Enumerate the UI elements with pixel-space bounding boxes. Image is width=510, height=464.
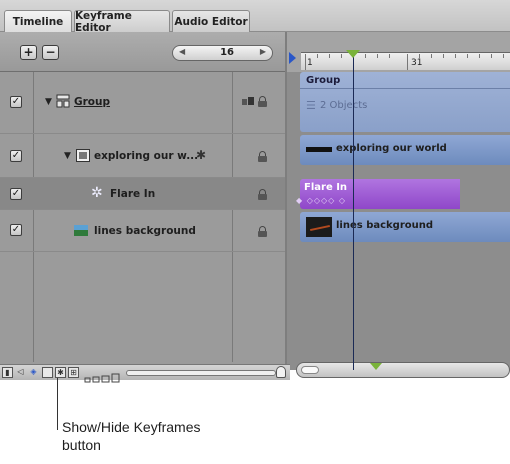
layer-checkbox[interactable]: ✓ — [10, 96, 22, 108]
playhead-marker-icon — [370, 363, 382, 370]
ruler-scale: 1 31 — [301, 52, 510, 70]
lock-icon[interactable] — [258, 189, 267, 200]
zoom-slider[interactable] — [126, 370, 276, 376]
layer-row-exploring[interactable]: ✓ ▼ exploring our w... ✱ — [0, 134, 285, 178]
thumbnail — [306, 217, 332, 237]
track-label: Flare In — [304, 182, 348, 193]
track-exploring[interactable]: exploring our world — [300, 135, 510, 165]
layers-header: + − ◀ 16 ▶ — [0, 32, 285, 72]
layer-checkbox[interactable]: ✓ — [10, 150, 22, 162]
ruler-label: 1 — [307, 58, 313, 68]
thumbnail — [306, 147, 332, 152]
layer-name: Group — [74, 96, 111, 108]
tab-bar: Timeline Keyframe Editor Audio Editor — [0, 0, 510, 34]
timeline-scrollbar[interactable] — [296, 362, 510, 378]
disclosure-triangle-icon[interactable]: ▼ — [64, 151, 71, 161]
layers-list: + − ◀ 16 ▶ ✓ ▼ Group ✓ ▼ exploring our w… — [0, 32, 285, 370]
tab-keyframe-editor[interactable]: Keyframe Editor — [74, 10, 170, 34]
playhead-line — [353, 52, 354, 370]
play-range-start-icon[interactable] — [289, 52, 296, 64]
ruler-label: 31 — [411, 58, 423, 68]
playhead-handle[interactable] — [346, 50, 360, 58]
group-icon — [56, 94, 70, 108]
audio-icon[interactable]: ◁ — [15, 367, 26, 378]
group-objects-label: 2 Objects — [320, 100, 368, 111]
lock-icon[interactable] — [258, 151, 267, 162]
layer-stack-icon — [242, 97, 254, 105]
layer-row-group[interactable]: ✓ ▼ Group — [0, 72, 285, 134]
track-lines-background[interactable]: lines background — [300, 212, 510, 242]
callout-caption: Show/Hide Keyframes button — [62, 418, 262, 454]
remove-button[interactable]: − — [42, 45, 59, 60]
timeline-area: 1 31 Group ☰ 2 Objects exploring our wor… — [287, 32, 510, 370]
filter-icon[interactable]: ⊞ — [68, 367, 79, 378]
layer-checkbox[interactable]: ✓ — [10, 224, 22, 236]
timeline-panel: + − ◀ 16 ▶ ✓ ▼ Group ✓ ▼ exploring our w… — [0, 32, 510, 370]
scroll-thumb[interactable] — [301, 366, 319, 374]
caption-line-2: button — [62, 437, 101, 453]
zoom-slider-handle[interactable] — [276, 366, 286, 378]
track-label: lines background — [336, 220, 434, 231]
callout-line — [57, 378, 58, 430]
time-ruler[interactable]: 1 31 — [287, 32, 510, 72]
film-icon[interactable]: ▮ — [2, 367, 13, 378]
layer-name: Flare In — [110, 188, 156, 200]
step-forward-icon[interactable]: ▶ — [260, 47, 266, 56]
disclosure-triangle-icon[interactable]: ▼ — [45, 97, 52, 107]
track-height-icon[interactable] — [84, 368, 120, 383]
layer-name: lines background — [94, 225, 196, 237]
group-track-label: Group — [306, 75, 341, 86]
show-hide-keyframes-button[interactable]: ◈ — [28, 367, 39, 378]
image-icon — [76, 149, 90, 162]
caption-line-1: Show/Hide Keyframes — [62, 419, 201, 435]
keyframe-markers[interactable]: ◆ ◇◇◇◇ ◇ — [296, 196, 346, 205]
step-back-icon[interactable]: ◀ — [179, 47, 185, 56]
layer-row-flare-in[interactable]: ✓ ✲ Flare In — [0, 178, 285, 210]
layer-checkbox[interactable]: ✓ — [10, 188, 22, 200]
list-icon: ☰ — [306, 99, 316, 112]
behavior-icon[interactable]: ✱ — [55, 367, 66, 378]
layer-name: exploring our w... — [94, 150, 199, 162]
frame-stepper[interactable]: ◀ 16 ▶ — [172, 45, 273, 61]
mask-icon[interactable] — [42, 367, 53, 378]
tab-audio-editor[interactable]: Audio Editor — [172, 10, 250, 32]
group-track[interactable]: Group ☰ 2 Objects — [300, 72, 510, 132]
image-icon — [74, 225, 88, 236]
behavior-icon: ✲ — [91, 185, 103, 201]
tab-timeline[interactable]: Timeline — [4, 10, 72, 33]
layer-row-lines-background[interactable]: ✓ lines background — [0, 210, 285, 252]
lock-icon[interactable] — [258, 96, 267, 107]
bottom-toolbar: ▮ ◁ ◈ ✱ ⊞ — [0, 364, 290, 383]
add-button[interactable]: + — [20, 45, 37, 60]
gear-icon: ✱ — [196, 148, 207, 162]
frame-value: 16 — [220, 47, 234, 58]
track-flare-in[interactable]: Flare In ◆ ◇◇◇◇ ◇ — [296, 179, 460, 209]
lock-icon[interactable] — [258, 226, 267, 237]
